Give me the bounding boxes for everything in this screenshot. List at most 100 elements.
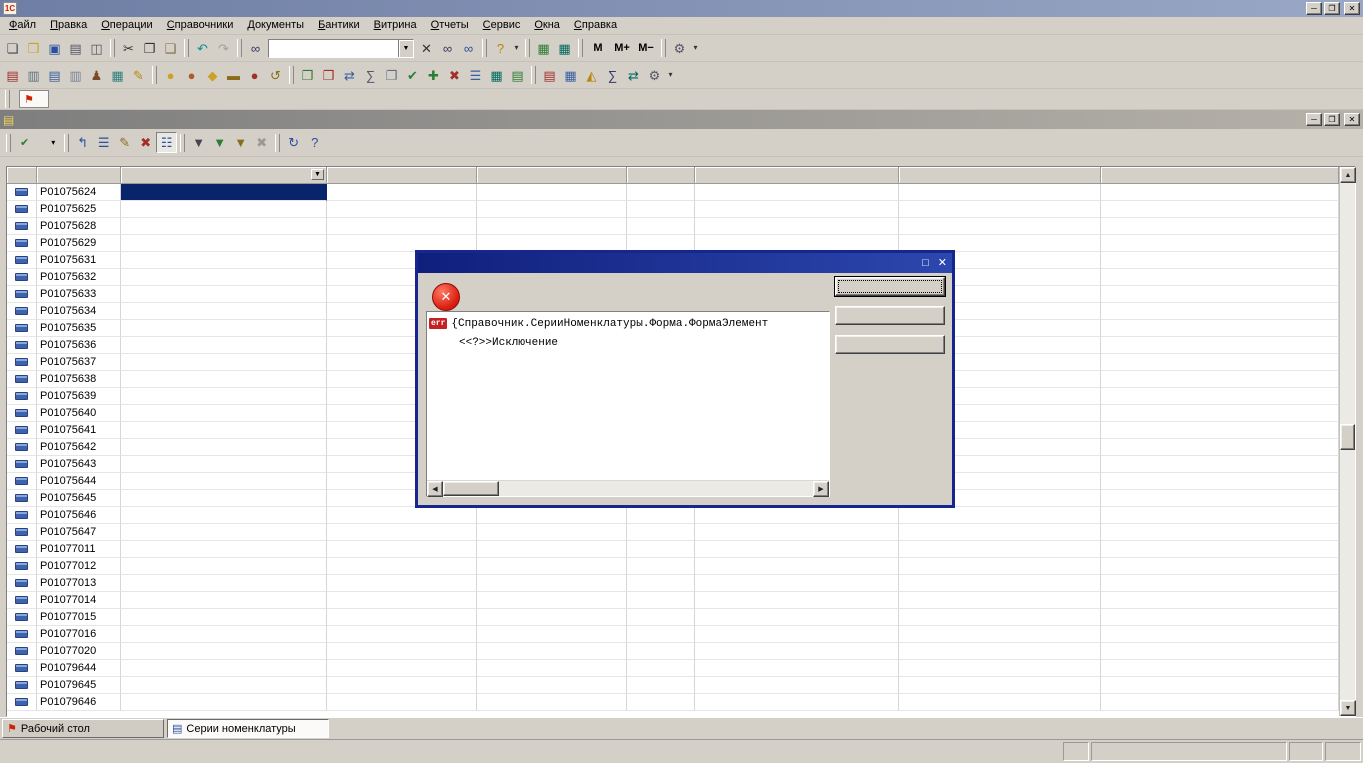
cell-code[interactable]: Р01075647 [37, 524, 121, 541]
dropdown-arrow-icon[interactable]: ▾ [665, 65, 676, 86]
sort-filter-icon[interactable]: ▼ [188, 132, 209, 153]
menu-documents[interactable]: Документы [240, 17, 311, 34]
cell-expiry[interactable] [627, 694, 695, 711]
cell-expiry[interactable] [627, 507, 695, 524]
cell-country[interactable] [899, 677, 1101, 694]
cell-comment[interactable] [1101, 269, 1339, 286]
cell-expiry[interactable] [627, 524, 695, 541]
scroll-left-button[interactable]: ◀ [427, 481, 443, 497]
header-corner[interactable] [7, 167, 37, 184]
toolbar-grip[interactable] [237, 39, 242, 57]
cell-name[interactable] [121, 252, 327, 269]
cell-gtd[interactable] [695, 201, 899, 218]
cell-name[interactable] [121, 643, 327, 660]
doc-add-icon[interactable]: ✚ [423, 65, 444, 86]
cell-expiry[interactable] [627, 609, 695, 626]
cell-name[interactable] [121, 592, 327, 609]
report-summary-icon[interactable]: ∑ [602, 65, 623, 86]
cell-comment[interactable] [1101, 660, 1339, 677]
cell-certificate[interactable] [477, 694, 627, 711]
header-country[interactable] [899, 167, 1101, 184]
table-edit-icon[interactable]: ▦ [554, 38, 575, 59]
cell-gtd[interactable] [695, 626, 899, 643]
cell-expiry[interactable] [627, 201, 695, 218]
cell-country[interactable] [899, 507, 1101, 524]
cell-name[interactable] [121, 235, 327, 252]
service-settings-icon[interactable]: ⚙ [669, 38, 690, 59]
cell-country[interactable] [899, 541, 1101, 558]
cell-comment[interactable] [1101, 201, 1339, 218]
help-icon[interactable]: ? [304, 132, 325, 153]
cell-country[interactable] [899, 201, 1101, 218]
menu-bantiki[interactable]: Бантики [311, 17, 367, 34]
cell-certificate[interactable] [477, 643, 627, 660]
cell-code[interactable]: Р01075631 [37, 252, 121, 269]
search-combobox[interactable]: ▼ [268, 38, 414, 58]
cell-code[interactable]: Р01075644 [37, 473, 121, 490]
find-next-icon[interactable]: ∞ [437, 38, 458, 59]
cell-name[interactable] [121, 439, 327, 456]
find-icon[interactable]: ∞ [245, 38, 266, 59]
toolbar-grip[interactable] [578, 39, 583, 57]
clear-search-icon[interactable]: ✕ [416, 38, 437, 59]
cell-serial[interactable] [327, 184, 477, 201]
cell-certificate[interactable] [477, 558, 627, 575]
help-tip-icon[interactable]: ? [490, 38, 511, 59]
memory-subtract-button[interactable]: M− [634, 38, 658, 59]
cell-gtd[interactable] [695, 643, 899, 660]
close-button[interactable] [835, 277, 945, 296]
redo-icon[interactable]: ↷ [213, 38, 234, 59]
delete-item-icon[interactable]: ✖ [135, 132, 156, 153]
menu-operations[interactable]: Операции [94, 17, 159, 34]
cell-gtd[interactable] [695, 677, 899, 694]
cell-comment[interactable] [1101, 388, 1339, 405]
menu-reports[interactable]: Отчеты [424, 17, 476, 34]
doc-remove-icon[interactable]: ✖ [444, 65, 465, 86]
cell-expiry[interactable] [627, 184, 695, 201]
cancel-filter-icon[interactable]: ✖ [251, 132, 272, 153]
cell-name[interactable] [121, 694, 327, 711]
toolbar-grip[interactable] [289, 66, 294, 84]
dialog-titlebar[interactable]: □ ✕ [418, 253, 952, 273]
cell-comment[interactable] [1101, 473, 1339, 490]
child-restore-button[interactable]: ❐ [1324, 113, 1340, 126]
cell-comment[interactable] [1101, 303, 1339, 320]
cut-icon[interactable]: ✂ [118, 38, 139, 59]
cell-certificate[interactable] [477, 541, 627, 558]
error-list[interactable]: err {Справочник.СерииНоменклатуры.Форма.… [426, 311, 830, 497]
close-button-main[interactable]: ✕ [1344, 2, 1360, 15]
cell-code[interactable]: Р01075643 [37, 456, 121, 473]
dropdown-arrow-icon[interactable]: ▾ [690, 38, 701, 59]
journal-docs-icon[interactable]: ▤ [2, 65, 23, 86]
toolbar-grip[interactable] [110, 39, 115, 57]
cell-comment[interactable] [1101, 694, 1339, 711]
menu-service[interactable]: Сервис [476, 17, 528, 34]
cell-name[interactable] [121, 541, 327, 558]
cell-code[interactable]: Р01075640 [37, 405, 121, 422]
filter-settings-icon[interactable]: ▼ [230, 132, 251, 153]
table-view-icon[interactable]: ▦ [533, 38, 554, 59]
menu-windows[interactable]: Окна [527, 17, 567, 34]
counterparty-icon[interactable]: ♟ [86, 65, 107, 86]
dialog-close-icon[interactable]: ✕ [938, 257, 947, 269]
refresh-icon[interactable]: ↻ [283, 132, 304, 153]
cell-gtd[interactable] [695, 609, 899, 626]
cell-comment[interactable] [1101, 218, 1339, 235]
cell-name[interactable] [121, 388, 327, 405]
keyboard-lang-indicator[interactable] [1063, 742, 1089, 761]
cell-serial[interactable] [327, 694, 477, 711]
cell-name[interactable] [121, 609, 327, 626]
filter-by-value-icon[interactable]: ▼ [209, 132, 230, 153]
report-stock-icon[interactable]: ▦ [560, 65, 581, 86]
cell-code[interactable]: Р01075638 [37, 371, 121, 388]
cell-comment[interactable] [1101, 422, 1339, 439]
cell-name[interactable] [121, 354, 327, 371]
dialog-maximize-icon[interactable]: □ [922, 257, 929, 269]
child-close-button[interactable]: ✕ [1344, 113, 1360, 126]
select-button[interactable]: ✔ [14, 132, 39, 154]
cell-serial[interactable] [327, 609, 477, 626]
memory-add-button[interactable]: M+ [610, 38, 634, 59]
cell-code[interactable]: Р01077012 [37, 558, 121, 575]
toolbar-grip[interactable] [531, 66, 536, 84]
cell-gtd[interactable] [695, 524, 899, 541]
